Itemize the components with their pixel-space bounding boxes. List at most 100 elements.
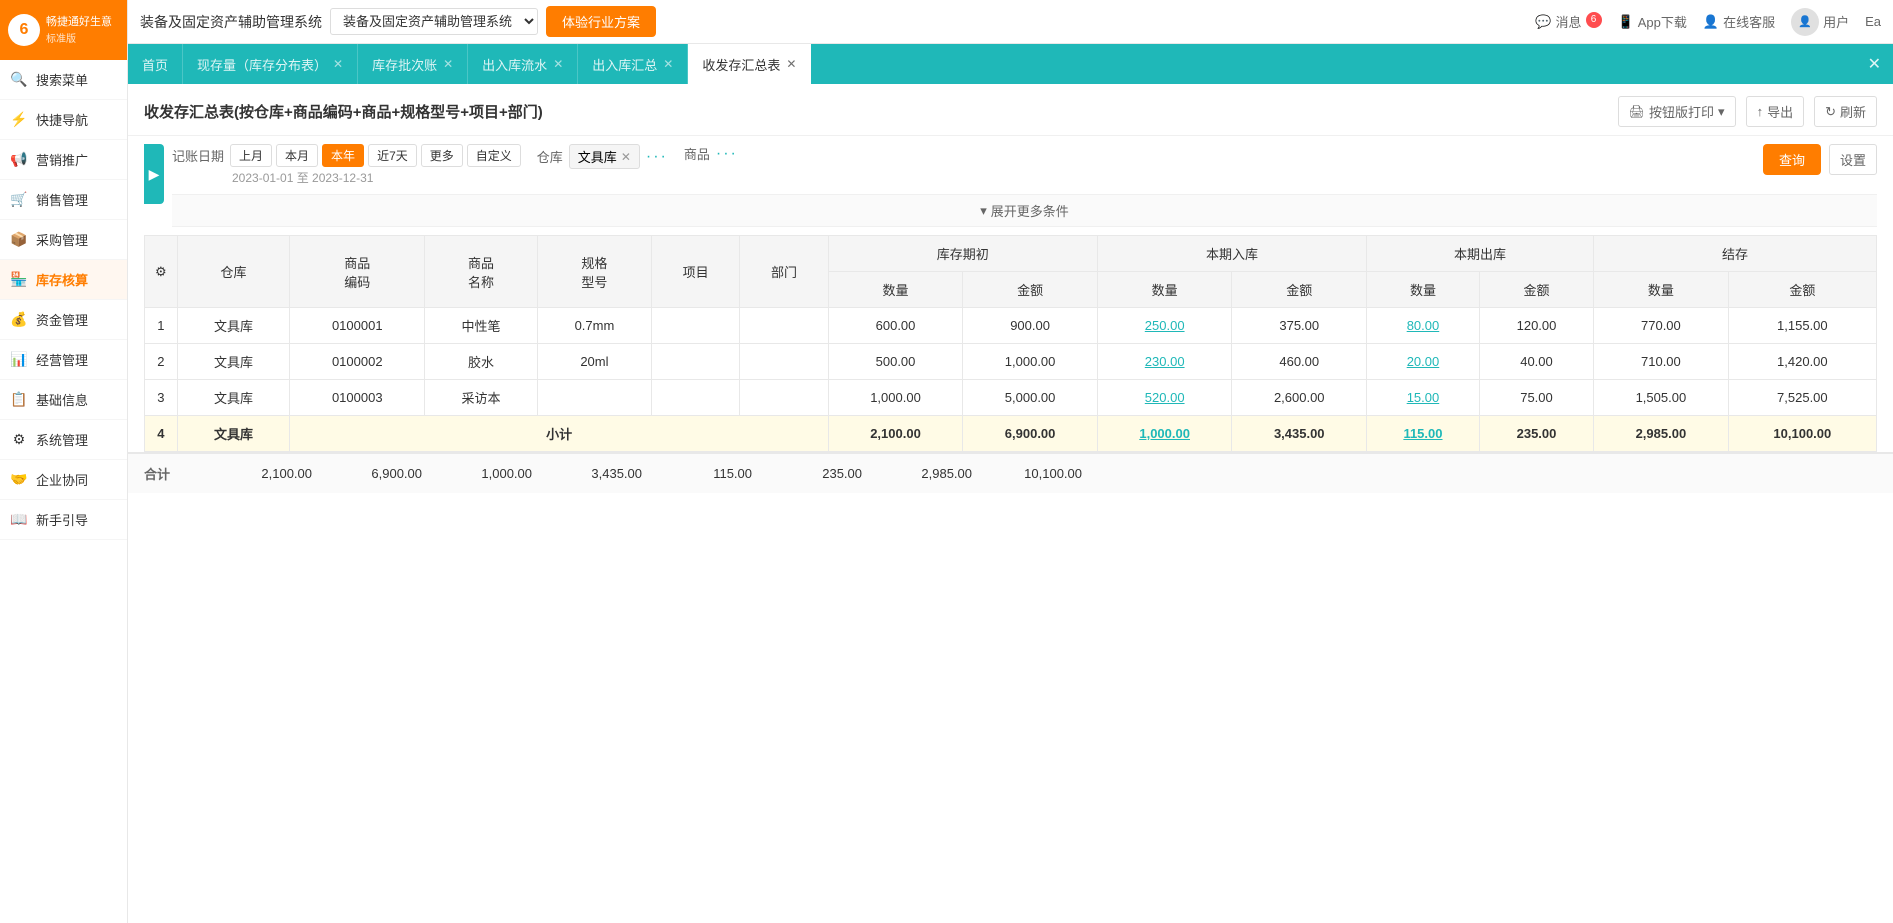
tab-1[interactable]: 现存量（库存分布表）✕	[183, 44, 358, 84]
ea-label: Ea	[1865, 14, 1881, 29]
row-open-amt-1: 1,000.00	[963, 344, 1098, 380]
sidebar-item-guide[interactable]: 📖 新手引导	[0, 500, 127, 540]
tab-close-5[interactable]: ✕	[786, 57, 796, 71]
sidebar-item-corp[interactable]: 🤝 企业协同	[0, 460, 127, 500]
message-icon: 💬	[1535, 14, 1551, 30]
row-out-qty-1[interactable]: 20.00	[1367, 344, 1480, 380]
tab-close-2[interactable]: ✕	[443, 57, 453, 71]
warehouse-remove-btn[interactable]: ✕	[621, 150, 631, 164]
print-button[interactable]: 🖨 按钮版打印 ▾	[1618, 96, 1736, 127]
subtotal-warehouse: 文具库	[177, 416, 290, 452]
online-service-btn[interactable]: 👤 在线客服	[1703, 12, 1775, 31]
sidebar-label-business: 经营管理	[36, 350, 88, 369]
user-btn[interactable]: 👤 用户	[1791, 8, 1849, 36]
date-range-text: 2023-01-01 至 2023-12-31	[232, 171, 373, 185]
row-in-amt-2: 2,600.00	[1232, 380, 1367, 416]
sidebar-item-search[interactable]: 🔍 搜索菜单	[0, 60, 127, 100]
print-chevron: ▾	[1718, 104, 1725, 120]
guide-icon: 📖	[10, 511, 28, 529]
sidebar-item-inventory[interactable]: 🏪 库存核算	[0, 260, 127, 300]
expand-more-label: 展开更多条件	[991, 201, 1069, 220]
sidebar-label-corp: 企业协同	[36, 470, 88, 489]
col-open-qty: 数量	[828, 272, 963, 308]
tab-0[interactable]: 首页	[128, 44, 183, 84]
filter-collapse-btn[interactable]: ▶	[144, 144, 164, 204]
online-service-label: 在线客服	[1723, 12, 1775, 31]
sidebar-item-finance[interactable]: 💰 资金管理	[0, 300, 127, 340]
query-button[interactable]: 查询	[1763, 144, 1821, 175]
date-btn-近7天[interactable]: 近7天	[368, 144, 417, 167]
inventory-table: ⚙ 仓库 商品编码 商品名称 规格型号 项目 部门 库存期初 本期入库 本期出库…	[144, 235, 1877, 452]
row-out-qty-2[interactable]: 15.00	[1367, 380, 1480, 416]
sidebar-item-marketing[interactable]: 📢 营销推广	[0, 140, 127, 180]
date-btn-自定义[interactable]: 自定义	[467, 144, 521, 167]
subtotal-row: 4 文具库 小计 2,100.00 6,900.00 1,000.00 3,43…	[145, 416, 1877, 452]
messages-badge: 6	[1586, 12, 1602, 28]
tab-close-1[interactable]: ✕	[333, 57, 343, 71]
filter-settings-button[interactable]: 设置	[1829, 144, 1877, 175]
sidebar-item-business[interactable]: 📊 经营管理	[0, 340, 127, 380]
row-in-amt-1: 460.00	[1232, 344, 1367, 380]
logo-subtitle: 标准版	[46, 30, 112, 45]
trial-button[interactable]: 体验行业方案	[546, 6, 656, 37]
app-download-btn[interactable]: 📱 App下载	[1618, 12, 1687, 31]
sidebar-item-system[interactable]: ⚙ 系统管理	[0, 420, 127, 460]
warehouse-more-btn[interactable]: ···	[646, 148, 668, 166]
col-bal-qty: 数量	[1594, 272, 1729, 308]
row-in-qty-1[interactable]: 230.00	[1097, 344, 1232, 380]
subtotal-label: 小计	[290, 416, 828, 452]
total-open-qty: 2,100.00	[232, 466, 312, 481]
subtotal-bal-amt: 10,100.00	[1728, 416, 1876, 452]
total-values: 2,100.00 6,900.00 1,000.00 3,435.00 115.…	[232, 466, 1082, 481]
tab-2[interactable]: 库存批次账✕	[358, 44, 468, 84]
messages-btn[interactable]: 💬 消息 6	[1535, 12, 1601, 31]
sidebar-item-sales[interactable]: 🛒 销售管理	[0, 180, 127, 220]
sidebar-item-quick-nav[interactable]: ⚡ 快捷导航	[0, 100, 127, 140]
row-in-amt-0: 375.00	[1232, 308, 1367, 344]
tab-close-3[interactable]: ✕	[553, 57, 563, 71]
export-button[interactable]: ↑ 导出	[1746, 96, 1805, 127]
date-btn-更多[interactable]: 更多	[421, 144, 463, 167]
row-out-qty-0[interactable]: 80.00	[1367, 308, 1480, 344]
row-warehouse-2: 文具库	[177, 380, 290, 416]
row-warehouse-1: 文具库	[177, 344, 290, 380]
row-bal-amt-2: 7,525.00	[1728, 380, 1876, 416]
system-selector[interactable]: 装备及固定资产辅助管理系统	[330, 8, 538, 35]
row-project-1	[652, 344, 740, 380]
subtotal-out-qty[interactable]: 115.00	[1367, 416, 1480, 452]
sidebar-item-base[interactable]: 📋 基础信息	[0, 380, 127, 420]
col-out-qty: 数量	[1367, 272, 1480, 308]
col-goods-spec: 规格型号	[537, 236, 651, 308]
date-btn-本月[interactable]: 本月	[276, 144, 318, 167]
tab-close-4[interactable]: ✕	[663, 57, 673, 71]
subtotal-in-qty[interactable]: 1,000.00	[1097, 416, 1232, 452]
col-department: 部门	[740, 236, 828, 308]
row-in-qty-0[interactable]: 250.00	[1097, 308, 1232, 344]
expand-more-btn[interactable]: ▾ 展开更多条件	[172, 194, 1877, 227]
date-filter: 记账日期 上月本月本年近7天更多自定义 2023-01-01 至 2023-12…	[172, 144, 521, 186]
tabs-close-all[interactable]: ✕	[1856, 44, 1893, 84]
tab-label-5: 收发存汇总表	[702, 55, 780, 74]
date-btn-上月[interactable]: 上月	[230, 144, 272, 167]
row-bal-amt-0: 1,155.00	[1728, 308, 1876, 344]
tab-4[interactable]: 出入库汇总✕	[578, 44, 688, 84]
row-code-0: 0100001	[290, 308, 425, 344]
tab-5[interactable]: 收发存汇总表 ✕	[688, 44, 811, 84]
sidebar-label-quick-nav: 快捷导航	[36, 110, 88, 129]
sidebar-item-purchase[interactable]: 📦 采购管理	[0, 220, 127, 260]
date-btn-本年[interactable]: 本年	[322, 144, 364, 167]
subtotal-bal-qty: 2,985.00	[1594, 416, 1729, 452]
subtotal-open-qty: 2,100.00	[828, 416, 963, 452]
system-name-label: 装备及固定资产辅助管理系统	[140, 12, 322, 32]
row-in-qty-2[interactable]: 520.00	[1097, 380, 1232, 416]
total-in-amt: 3,435.00	[562, 466, 642, 481]
goods-more-btn[interactable]: ···	[716, 145, 738, 163]
row-open-qty-1: 500.00	[828, 344, 963, 380]
total-in-qty: 1,000.00	[452, 466, 532, 481]
tab-3[interactable]: 出入库流水✕	[468, 44, 578, 84]
row-dept-0	[740, 308, 828, 344]
warehouse-filter: 仓库 文具库 ✕ ···	[537, 144, 668, 169]
row-bal-qty-1: 710.00	[1594, 344, 1729, 380]
refresh-button[interactable]: ↻ 刷新	[1814, 96, 1877, 127]
table-settings-col[interactable]: ⚙	[145, 236, 178, 308]
